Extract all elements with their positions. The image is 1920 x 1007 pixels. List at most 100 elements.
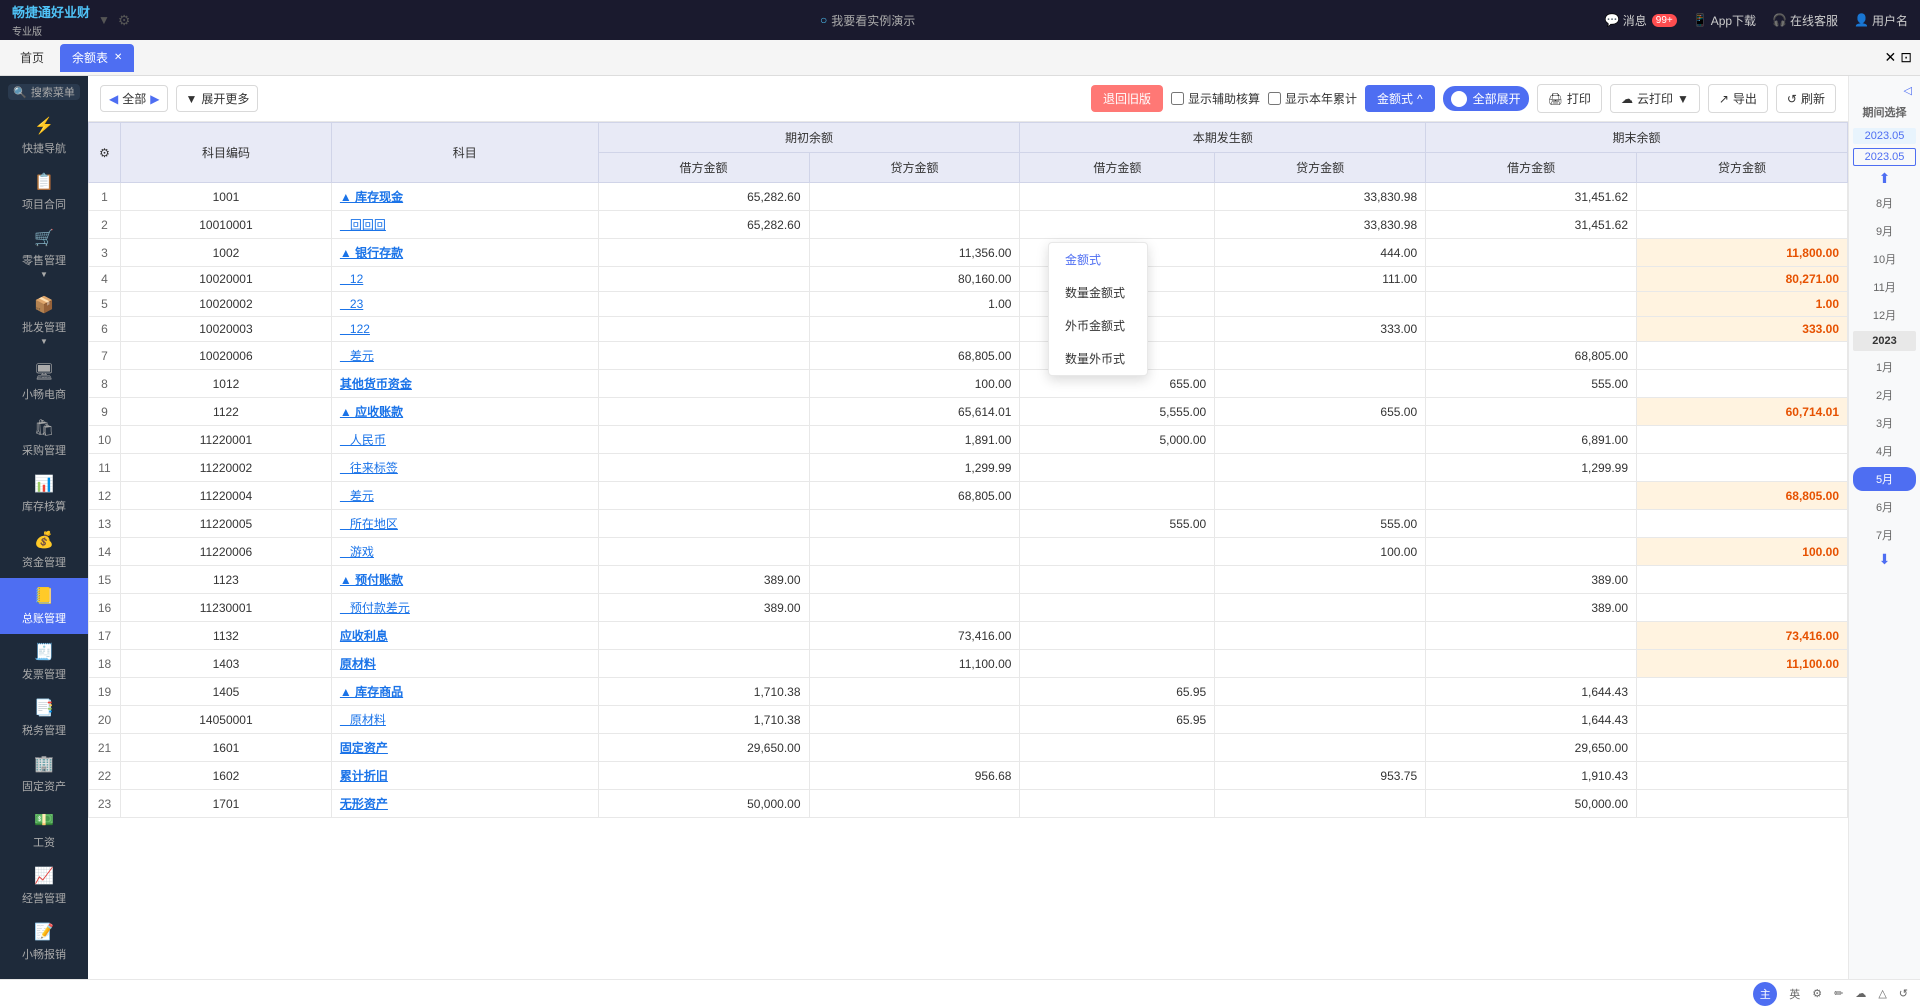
month-3[interactable]: 3月	[1853, 411, 1916, 435]
table-row: 210010001 回回回65,282.6033,830.9831,451.62	[89, 211, 1848, 239]
expand-all-toggle[interactable]: 全部展开	[1443, 86, 1529, 111]
online-service-btn[interactable]: 🎧在线客服	[1772, 12, 1838, 29]
cell-name[interactable]: 固定资产	[331, 734, 598, 762]
month-9[interactable]: 9月	[1853, 219, 1916, 243]
sidebar-item-salary[interactable]: 💵 工资	[0, 802, 88, 858]
month-11[interactable]: 11月	[1853, 275, 1916, 299]
app-download-btn[interactable]: 📱App下载	[1693, 12, 1756, 29]
cell-name[interactable]: 原材料	[331, 650, 598, 678]
sidebar-item-wholesale[interactable]: 📦 批发管理 ▼	[0, 287, 88, 354]
cell-name[interactable]: 差元	[331, 482, 598, 510]
sidebar-item-assets[interactable]: 🏢 固定资产	[0, 746, 88, 802]
settings-icon[interactable]: ⚙	[118, 12, 131, 29]
tab-balance[interactable]: 余额表 ✕	[60, 44, 134, 72]
cell-name[interactable]: 12	[331, 267, 598, 292]
month-12[interactable]: 12月	[1853, 303, 1916, 327]
sidebar-item-funds[interactable]: 💰 资金管理	[0, 522, 88, 578]
sidebar-item-ledger[interactable]: 📒 总账管理	[0, 578, 88, 634]
cell-name[interactable]: ▲ 预付账款	[331, 566, 598, 594]
month-10[interactable]: 10月	[1853, 247, 1916, 271]
status-refresh-icon[interactable]: ↺	[1899, 987, 1908, 1000]
cell-name[interactable]: ▲ 库存现金	[331, 183, 598, 211]
year-2023[interactable]: 2023	[1853, 331, 1916, 351]
return-old-btn[interactable]: 退回旧版	[1091, 85, 1163, 112]
cell-name[interactable]: 游戏	[331, 538, 598, 566]
expand-more-btn[interactable]: ▼ 展开更多	[176, 85, 258, 112]
status-settings-icon[interactable]: ⚙	[1812, 987, 1822, 1000]
month-5[interactable]: 5月	[1853, 467, 1916, 491]
panel-collapse-btn[interactable]: ◁	[1904, 84, 1912, 97]
close-window-btn[interactable]: ✕	[1885, 49, 1897, 66]
cell-cd-credit	[1215, 678, 1426, 706]
col-settings[interactable]: ⚙	[89, 123, 121, 183]
month-1[interactable]: 1月	[1853, 355, 1916, 379]
user-avatar[interactable]: 👤用户名	[1854, 12, 1908, 29]
cell-name[interactable]: 23	[331, 292, 598, 317]
sidebar-item-quicknav[interactable]: ⚡ 快捷导航	[0, 108, 88, 164]
tab-close-icon[interactable]: ✕	[114, 52, 122, 63]
cell-cd-credit	[1215, 594, 1426, 622]
month-6[interactable]: 6月	[1853, 495, 1916, 519]
dropdown-item-amount[interactable]: 金额式	[1049, 243, 1147, 276]
status-lock-icon[interactable]: △	[1878, 987, 1886, 1000]
demo-link[interactable]: ○ 我要看实例演示	[820, 12, 915, 29]
sidebar-search[interactable]: 🔍 搜索菜单	[8, 84, 80, 100]
cell-name[interactable]: 往来标签	[331, 454, 598, 482]
sidebar-item-tax[interactable]: 📑 税务管理	[0, 690, 88, 746]
message-btn[interactable]: 💬消息99+	[1605, 12, 1677, 29]
cell-name[interactable]: ▲ 库存商品	[331, 678, 598, 706]
month-2[interactable]: 2月	[1853, 383, 1916, 407]
cell-name[interactable]: 累计折旧	[331, 762, 598, 790]
month-4[interactable]: 4月	[1853, 439, 1916, 463]
maximize-window-btn[interactable]: ⊡	[1900, 49, 1912, 66]
cell-ob-debit	[598, 239, 809, 267]
dropdown-item-qty-foreign[interactable]: 数量外币式	[1049, 342, 1147, 375]
status-main-btn[interactable]: 主	[1753, 982, 1777, 1006]
cell-name[interactable]: 122	[331, 317, 598, 342]
sidebar-item-basic[interactable]: ℹ 基础信息	[0, 970, 88, 979]
cell-name[interactable]: ▲ 银行存款	[331, 239, 598, 267]
cell-name[interactable]: 差元	[331, 342, 598, 370]
cell-cd-debit	[1020, 762, 1215, 790]
cell-name[interactable]: 回回回	[331, 211, 598, 239]
show-ytd-check[interactable]: 显示本年累计	[1268, 90, 1357, 107]
sidebar-item-purchase[interactable]: 🛍 采购管理	[0, 410, 88, 466]
sidebar-item-operations[interactable]: 📈 经营管理	[0, 858, 88, 914]
sidebar-item-ecommerce[interactable]: 🖥 小畅电商	[0, 354, 88, 410]
mode-btn[interactable]: 金额式 ^	[1365, 85, 1435, 112]
cell-name[interactable]: 所在地区	[331, 510, 598, 538]
status-cloud-icon[interactable]: ☁	[1855, 987, 1866, 1000]
show-assist-check[interactable]: 显示辅助核算	[1171, 90, 1260, 107]
filter-select[interactable]: ◀ 全部 ▶	[100, 85, 168, 112]
refresh-btn[interactable]: ↺ 刷新	[1776, 84, 1836, 113]
dropdown-item-foreign-amount[interactable]: 外币金额式	[1049, 309, 1147, 342]
cell-index: 3	[89, 239, 121, 267]
sidebar-item-retail[interactable]: 🛒 零售管理 ▼	[0, 220, 88, 287]
dropdown-item-qty-amount[interactable]: 数量金额式	[1049, 276, 1147, 309]
month-7[interactable]: 7月	[1853, 523, 1916, 547]
cell-name[interactable]: 原材料	[331, 706, 598, 734]
cell-name[interactable]: 应收利息	[331, 622, 598, 650]
cell-name[interactable]: 预付款差元	[331, 594, 598, 622]
sidebar-item-contract[interactable]: 📋 项目合同	[0, 164, 88, 220]
status-edit-icon[interactable]: ✏	[1834, 987, 1843, 1000]
status-lang[interactable]: 英	[1789, 986, 1800, 1002]
tab-home[interactable]: 首页	[8, 44, 56, 72]
cell-name[interactable]: ▲ 应收账款	[331, 398, 598, 426]
cell-cd-credit: 33,830.98	[1215, 211, 1426, 239]
prev-year-btn[interactable]: ⬆	[1879, 170, 1891, 187]
cell-name[interactable]: 无形资产	[331, 790, 598, 818]
month-8[interactable]: 8月	[1853, 191, 1916, 215]
header-dropdown[interactable]: ▼	[98, 13, 110, 27]
cell-name[interactable]: 其他货币资金	[331, 370, 598, 398]
cell-name[interactable]: 人民币	[331, 426, 598, 454]
next-year-btn[interactable]: ⬇	[1879, 551, 1891, 568]
cell-code: 14050001	[121, 706, 332, 734]
cloud-print-btn[interactable]: ☁ 云打印 ▼	[1610, 84, 1700, 113]
sidebar-item-invoice[interactable]: 🧾 发票管理	[0, 634, 88, 690]
export-btn[interactable]: ↗ 导出	[1708, 84, 1768, 113]
sidebar-item-inventory[interactable]: 📊 库存核算	[0, 466, 88, 522]
sidebar-item-expense[interactable]: 📝 小畅报销	[0, 914, 88, 970]
col-cd-credit: 贷方金额	[1215, 153, 1426, 183]
print-btn[interactable]: 🖨 打印	[1537, 84, 1602, 113]
